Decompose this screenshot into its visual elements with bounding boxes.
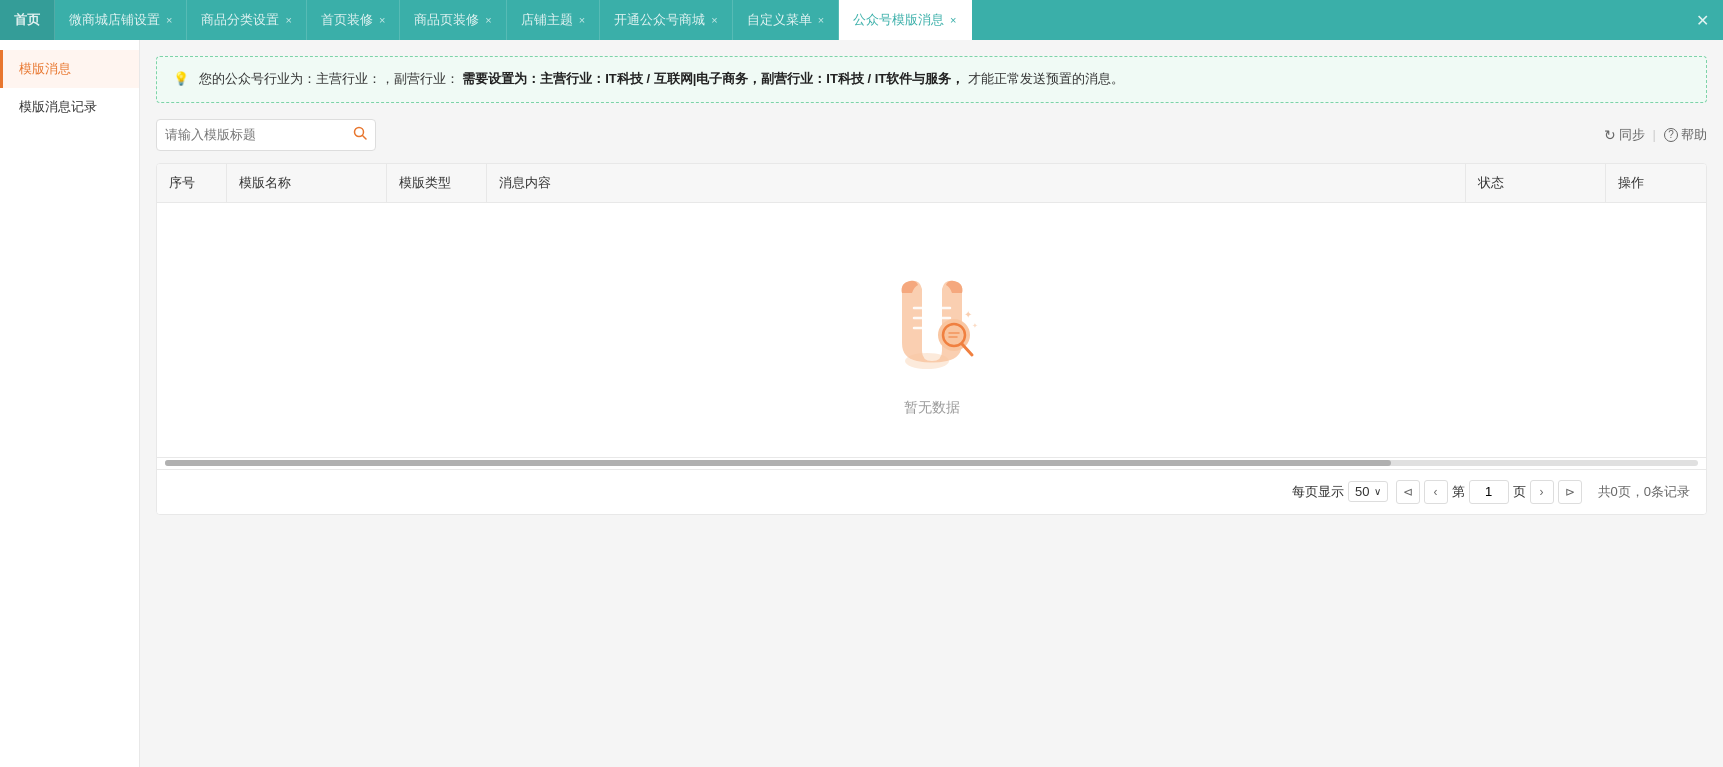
page-nav: ⊲ ‹ 第 页 › ⊳ [1396,480,1582,504]
tab-homepage[interactable]: 首页装修 × [307,0,400,40]
chevron-down-icon: ∨ [1374,486,1381,497]
col-status: 状态 [1466,164,1606,202]
tab-custommenu-label: 自定义菜单 [747,11,812,29]
sidebar-item-template-label: 模版消息 [19,61,71,76]
help-icon: ? [1664,128,1678,142]
svg-text:✦: ✦ [972,322,978,329]
page-prev-button[interactable]: ‹ [1424,480,1448,504]
tab-homepage-close[interactable]: × [379,14,385,26]
sidebar-item-record-label: 模版消息记录 [19,99,97,114]
horizontal-scrollbar[interactable] [157,457,1706,469]
tab-category[interactable]: 商品分类设置 × [187,0,306,40]
col-name: 模版名称 [227,164,387,202]
search-input[interactable] [165,127,353,142]
empty-state: ✦ ✦ 暂无数据 [157,203,1706,457]
help-label: 帮助 [1681,126,1707,144]
notice-icon: 💡 [173,71,189,86]
sidebar: 模版消息 模版消息记录 [0,40,140,767]
scrollbar-track[interactable] [165,460,1698,466]
sync-icon: ↻ [1604,127,1616,143]
tab-home[interactable]: 首页 [0,0,55,40]
tab-theme-close[interactable]: × [579,14,585,26]
notice-highlight: 需要设置为：主营行业：IT科技 / 互联网|电子商务，副营行业：IT科技 / I… [462,71,964,86]
page-size-select: 每页显示 50 ∨ [1292,481,1387,502]
notice-prefix: 您的公众号行业为：主营行业：，副营行业： [199,71,459,86]
svg-line-8 [962,344,972,355]
tab-templatemsg-close[interactable]: × [950,14,956,26]
tab-bar-close-btn[interactable]: ✕ [1682,11,1723,30]
tab-homepage-label: 首页装修 [321,11,373,29]
help-button[interactable]: ? 帮助 [1664,126,1707,144]
tab-mall-label: 开通公众号商城 [614,11,705,29]
main-layout: 模版消息 模版消息记录 💡 您的公众号行业为：主营行业：，副营行业： 需要设置为… [0,40,1723,767]
col-index: 序号 [157,164,227,202]
sync-button[interactable]: ↻ 同步 [1604,126,1645,144]
tab-weshop-label: 微商城店铺设置 [69,11,160,29]
tab-category-label: 商品分类设置 [201,11,279,29]
page-total: 共0页，0条记录 [1598,483,1690,501]
empty-text: 暂无数据 [904,399,960,417]
tab-custommenu-close[interactable]: × [818,14,824,26]
page-unit: 页 [1513,483,1526,501]
notice-box: 💡 您的公众号行业为：主营行业：，副营行业： 需要设置为：主营行业：IT科技 /… [156,56,1707,103]
page-prefix: 第 [1452,483,1465,501]
tab-custommenu[interactable]: 自定义菜单 × [733,0,839,40]
sidebar-item-record[interactable]: 模版消息记录 [0,88,139,126]
search-button[interactable] [353,126,367,143]
search-icon [353,126,367,140]
page-size-dropdown[interactable]: 50 ∨ [1348,481,1387,502]
toolbar-divider: | [1653,127,1656,142]
col-type: 模版类型 [387,164,487,202]
pagination: 每页显示 50 ∨ ⊲ ‹ 第 页 › ⊳ 共0页，0条记录 [157,469,1706,514]
search-bar: ↻ 同步 | ? 帮助 [156,119,1707,151]
table-header: 序号 模版名称 模版类型 消息内容 状态 操作 [157,164,1706,203]
tab-productpage-label: 商品页装修 [414,11,479,29]
page-size-label: 每页显示 [1292,483,1344,501]
col-content: 消息内容 [487,164,1466,202]
page-next-button[interactable]: › [1530,480,1554,504]
svg-text:✦: ✦ [964,309,972,320]
page-number-input[interactable] [1469,480,1509,504]
tab-theme[interactable]: 店铺主题 × [507,0,600,40]
tab-templatemsg-label: 公众号模版消息 [853,11,944,29]
tab-weshop[interactable]: 微商城店铺设置 × [55,0,187,40]
tab-bar: 首页 微商城店铺设置 × 商品分类设置 × 首页装修 × 商品页装修 × 店铺主… [0,0,1723,40]
sidebar-item-template[interactable]: 模版消息 [0,50,139,88]
svg-line-1 [363,136,367,140]
tab-productpage[interactable]: 商品页装修 × [400,0,506,40]
col-action: 操作 [1606,164,1706,202]
page-first-button[interactable]: ⊲ [1396,480,1420,504]
content-area: 💡 您的公众号行业为：主营行业：，副营行业： 需要设置为：主营行业：IT科技 /… [140,40,1723,767]
search-input-wrap [156,119,376,151]
tab-weshop-close[interactable]: × [166,14,172,26]
sync-label: 同步 [1619,126,1645,144]
empty-illustration: ✦ ✦ [872,263,992,383]
scrollbar-thumb[interactable] [165,460,1391,466]
page-size-value: 50 [1355,484,1369,499]
tab-productpage-close[interactable]: × [485,14,491,26]
tab-mall-close[interactable]: × [711,14,717,26]
page-last-button[interactable]: ⊳ [1558,480,1582,504]
tab-templatemsg[interactable]: 公众号模版消息 × [839,0,971,40]
data-table: 序号 模版名称 模版类型 消息内容 状态 操作 [156,163,1707,515]
notice-suffix: 才能正常发送预置的消息。 [968,71,1124,86]
tab-theme-label: 店铺主题 [521,11,573,29]
search-right: ↻ 同步 | ? 帮助 [1604,126,1707,144]
tab-mall[interactable]: 开通公众号商城 × [600,0,732,40]
tab-home-label: 首页 [14,11,40,29]
tab-category-close[interactable]: × [285,14,291,26]
